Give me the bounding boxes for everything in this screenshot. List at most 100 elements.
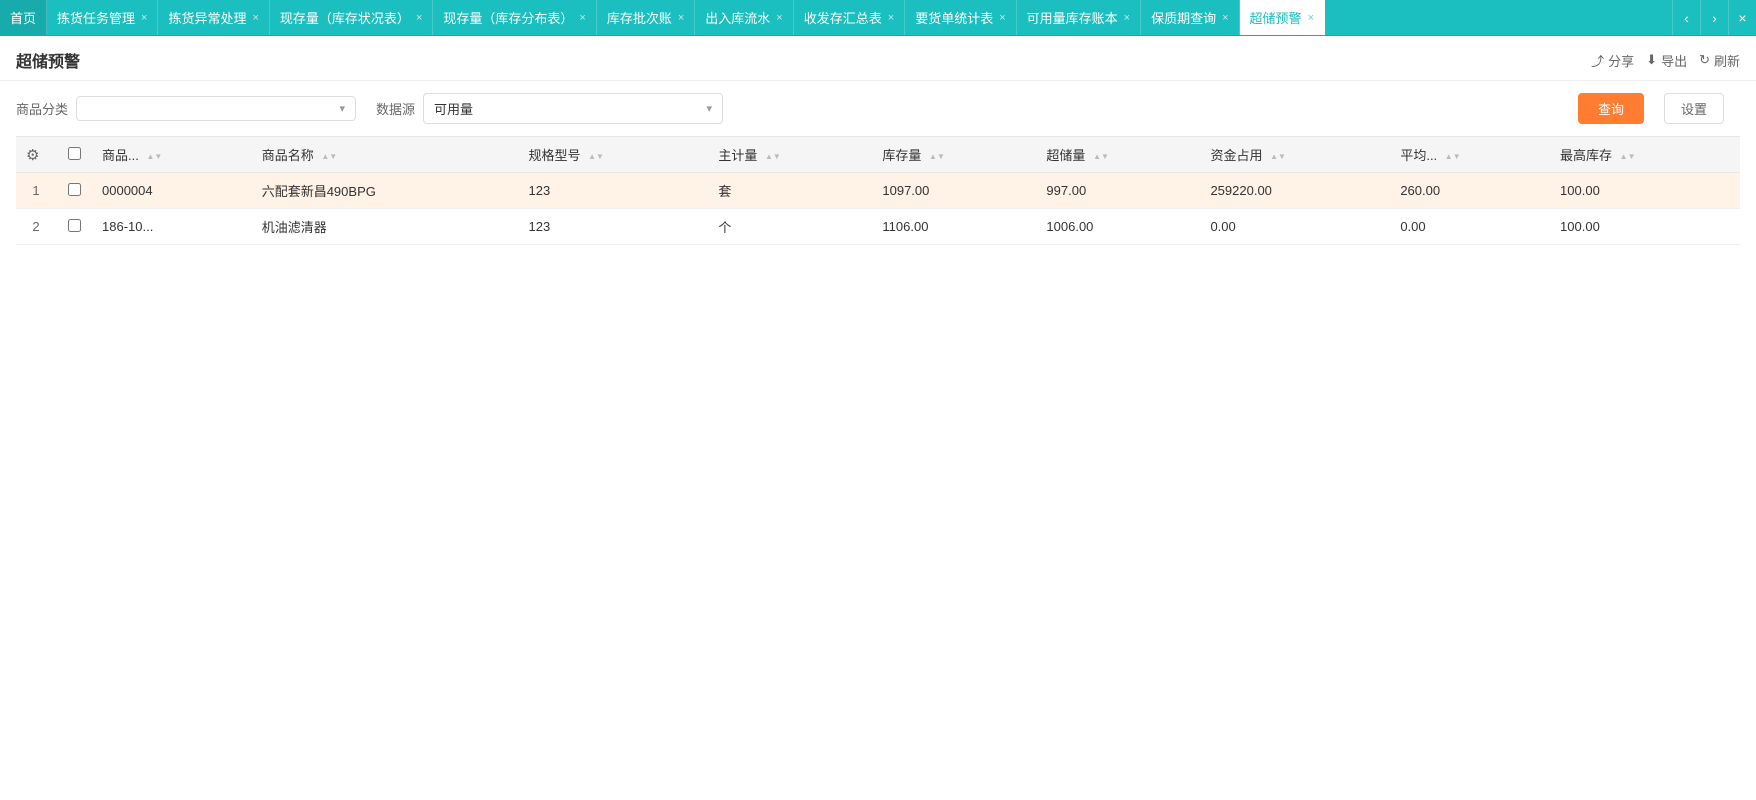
nav-item-expiry-label: 保质期查询 — [1151, 8, 1216, 27]
nav-item-summary[interactable]: 收发存汇总表 × — [794, 0, 905, 35]
datasource-select[interactable]: 可用量 ▾ — [423, 93, 723, 124]
nav-item-home[interactable]: 首页 — [0, 0, 47, 35]
category-select[interactable]: ▾ — [76, 96, 356, 121]
col-header-max-inventory-label: 最高库存 — [1560, 148, 1612, 163]
col-header-unit[interactable]: 主计量 ▲▼ — [708, 137, 872, 173]
nav-item-summary-close[interactable]: × — [888, 12, 894, 24]
filter-row: 商品分类 ▾ 数据源 可用量 ▾ 查询 设置 — [0, 81, 1756, 136]
col-header-product-code[interactable]: 商品... ▲▼ — [92, 137, 252, 173]
col-header-capital-label: 资金占用 — [1210, 148, 1262, 163]
col-header-overstock-label: 超储量 — [1046, 148, 1085, 163]
top-nav: 首页 拣货任务管理 × 拣货异常处理 × 现存量（库存状况表） × 现存量（库存… — [0, 0, 1756, 36]
sort-inventory-icon: ▲▼ — [929, 153, 945, 161]
sort-product-code-icon: ▲▼ — [146, 153, 162, 161]
col-header-avg-label: 平均... — [1400, 148, 1437, 163]
nav-item-expiry-close[interactable]: × — [1222, 12, 1228, 24]
nav-next-arrow[interactable]: › — [1700, 0, 1728, 35]
row-overstock-1: 1006.00 — [1036, 209, 1200, 245]
col-header-spec-label: 规格型号 — [528, 148, 580, 163]
page-title: 超储预警 — [16, 48, 80, 72]
col-header-max-inventory[interactable]: 最高库存 ▲▼ — [1550, 137, 1740, 173]
nav-item-available-close[interactable]: × — [1124, 12, 1130, 24]
share-label: 分享 — [1608, 51, 1634, 70]
category-chevron-icon: ▾ — [339, 102, 345, 115]
page-header: 超储预警 ⤴ 分享 ⬇ 导出 ↻ 刷新 — [0, 36, 1756, 81]
nav-item-exception-close[interactable]: × — [252, 12, 258, 24]
row-capital-0: 259220.00 — [1200, 173, 1390, 209]
nav-item-flow-label: 出入库流水 — [705, 8, 770, 27]
nav-item-overstock-label: 超储预警 — [1250, 8, 1302, 27]
row-index-0: 1 — [16, 173, 56, 209]
refresh-button[interactable]: ↻ 刷新 — [1699, 51, 1740, 70]
datasource-filter: 数据源 可用量 ▾ — [376, 93, 723, 124]
row-checkbox-0[interactable] — [56, 173, 92, 209]
col-header-product-name[interactable]: 商品名称 ▲▼ — [252, 137, 519, 173]
col-header-unit-label: 主计量 — [718, 148, 757, 163]
table-row: 1 0000004 六配套新昌490BPG 123 套 1097.00 997.… — [16, 173, 1740, 209]
gear-icon[interactable]: ⚙ — [26, 147, 39, 164]
sort-capital-icon: ▲▼ — [1270, 153, 1286, 161]
nav-item-demand-close[interactable]: × — [999, 12, 1005, 24]
nav-item-flow-close[interactable]: × — [776, 12, 782, 24]
nav-item-exception-label: 拣货异常处理 — [168, 8, 246, 27]
refresh-label: 刷新 — [1714, 51, 1740, 70]
nav-item-overstock[interactable]: 超储预警 × — [1240, 0, 1325, 35]
sort-avg-icon: ▲▼ — [1445, 153, 1461, 161]
row-checkbox-1[interactable] — [56, 209, 92, 245]
col-header-gear: ⚙ — [16, 137, 56, 173]
row-overstock-0: 997.00 — [1036, 173, 1200, 209]
nav-arrows: ‹ › × — [1672, 0, 1756, 35]
export-label: 导出 — [1661, 51, 1687, 70]
nav-item-task-close[interactable]: × — [141, 12, 147, 24]
nav-item-demand-label: 要货单统计表 — [915, 8, 993, 27]
nav-item-available-label: 可用量库存账本 — [1027, 8, 1118, 27]
col-header-product-code-label: 商品... — [102, 148, 139, 163]
nav-item-overstock-close[interactable]: × — [1308, 12, 1314, 24]
sort-spec-icon: ▲▼ — [588, 153, 604, 161]
select-all-checkbox[interactable] — [68, 147, 81, 160]
nav-item-batch[interactable]: 库存批次账 × — [597, 0, 695, 35]
nav-item-available[interactable]: 可用量库存账本 × — [1017, 0, 1141, 35]
row-spec-1: 123 — [518, 209, 708, 245]
nav-item-exception[interactable]: 拣货异常处理 × — [158, 0, 269, 35]
export-button[interactable]: ⬇ 导出 — [1646, 51, 1687, 70]
nav-item-inventory-status-close[interactable]: × — [416, 12, 422, 24]
row-check-1[interactable] — [68, 219, 81, 232]
nav-item-inventory-dist-label: 现存量（库存分布表） — [443, 8, 573, 27]
col-header-inventory[interactable]: 库存量 ▲▼ — [872, 137, 1036, 173]
datasource-value: 可用量 — [434, 99, 473, 118]
settings-button[interactable]: 设置 — [1664, 93, 1724, 124]
query-button[interactable]: 查询 — [1578, 93, 1644, 124]
nav-prev-arrow[interactable]: ‹ — [1672, 0, 1700, 35]
col-header-capital[interactable]: 资金占用 ▲▼ — [1200, 137, 1390, 173]
col-header-overstock[interactable]: 超储量 ▲▼ — [1036, 137, 1200, 173]
nav-item-task[interactable]: 拣货任务管理 × — [47, 0, 158, 35]
header-actions: ⤴ 分享 ⬇ 导出 ↻ 刷新 — [1591, 51, 1740, 70]
row-unit-0: 套 — [708, 173, 872, 209]
category-filter: 商品分类 ▾ — [16, 96, 356, 121]
row-product-code-0: 0000004 — [92, 173, 252, 209]
nav-item-batch-close[interactable]: × — [678, 12, 684, 24]
row-product-name-0: 六配套新昌490BPG — [252, 173, 519, 209]
col-header-avg[interactable]: 平均... ▲▼ — [1390, 137, 1550, 173]
col-header-spec[interactable]: 规格型号 ▲▼ — [518, 137, 708, 173]
table-row: 2 186-10... 机油滤清器 123 个 1106.00 1006.00 … — [16, 209, 1740, 245]
sort-overstock-icon: ▲▼ — [1093, 153, 1109, 161]
nav-item-inventory-dist-close[interactable]: × — [579, 12, 585, 24]
sort-product-name-icon: ▲▼ — [321, 153, 337, 161]
nav-item-flow[interactable]: 出入库流水 × — [695, 0, 793, 35]
nav-close-arrow[interactable]: × — [1728, 0, 1756, 35]
col-header-inventory-label: 库存量 — [882, 148, 921, 163]
row-max-inventory-0: 100.00 — [1550, 173, 1740, 209]
export-icon: ⬇ — [1646, 52, 1657, 68]
nav-item-inventory-dist[interactable]: 现存量（库存分布表） × — [433, 0, 596, 35]
page-content: 超储预警 ⤴ 分享 ⬇ 导出 ↻ 刷新 商品分类 ▾ 数据源 — [0, 36, 1756, 800]
row-check-0[interactable] — [68, 183, 81, 196]
row-unit-1: 个 — [708, 209, 872, 245]
share-button[interactable]: ⤴ 分享 — [1591, 51, 1634, 70]
nav-item-inventory-status[interactable]: 现存量（库存状况表） × — [270, 0, 433, 35]
nav-item-expiry[interactable]: 保质期查询 × — [1141, 0, 1239, 35]
sort-max-inventory-icon: ▲▼ — [1620, 153, 1636, 161]
row-product-code-1: 186-10... — [92, 209, 252, 245]
nav-item-demand[interactable]: 要货单统计表 × — [905, 0, 1016, 35]
